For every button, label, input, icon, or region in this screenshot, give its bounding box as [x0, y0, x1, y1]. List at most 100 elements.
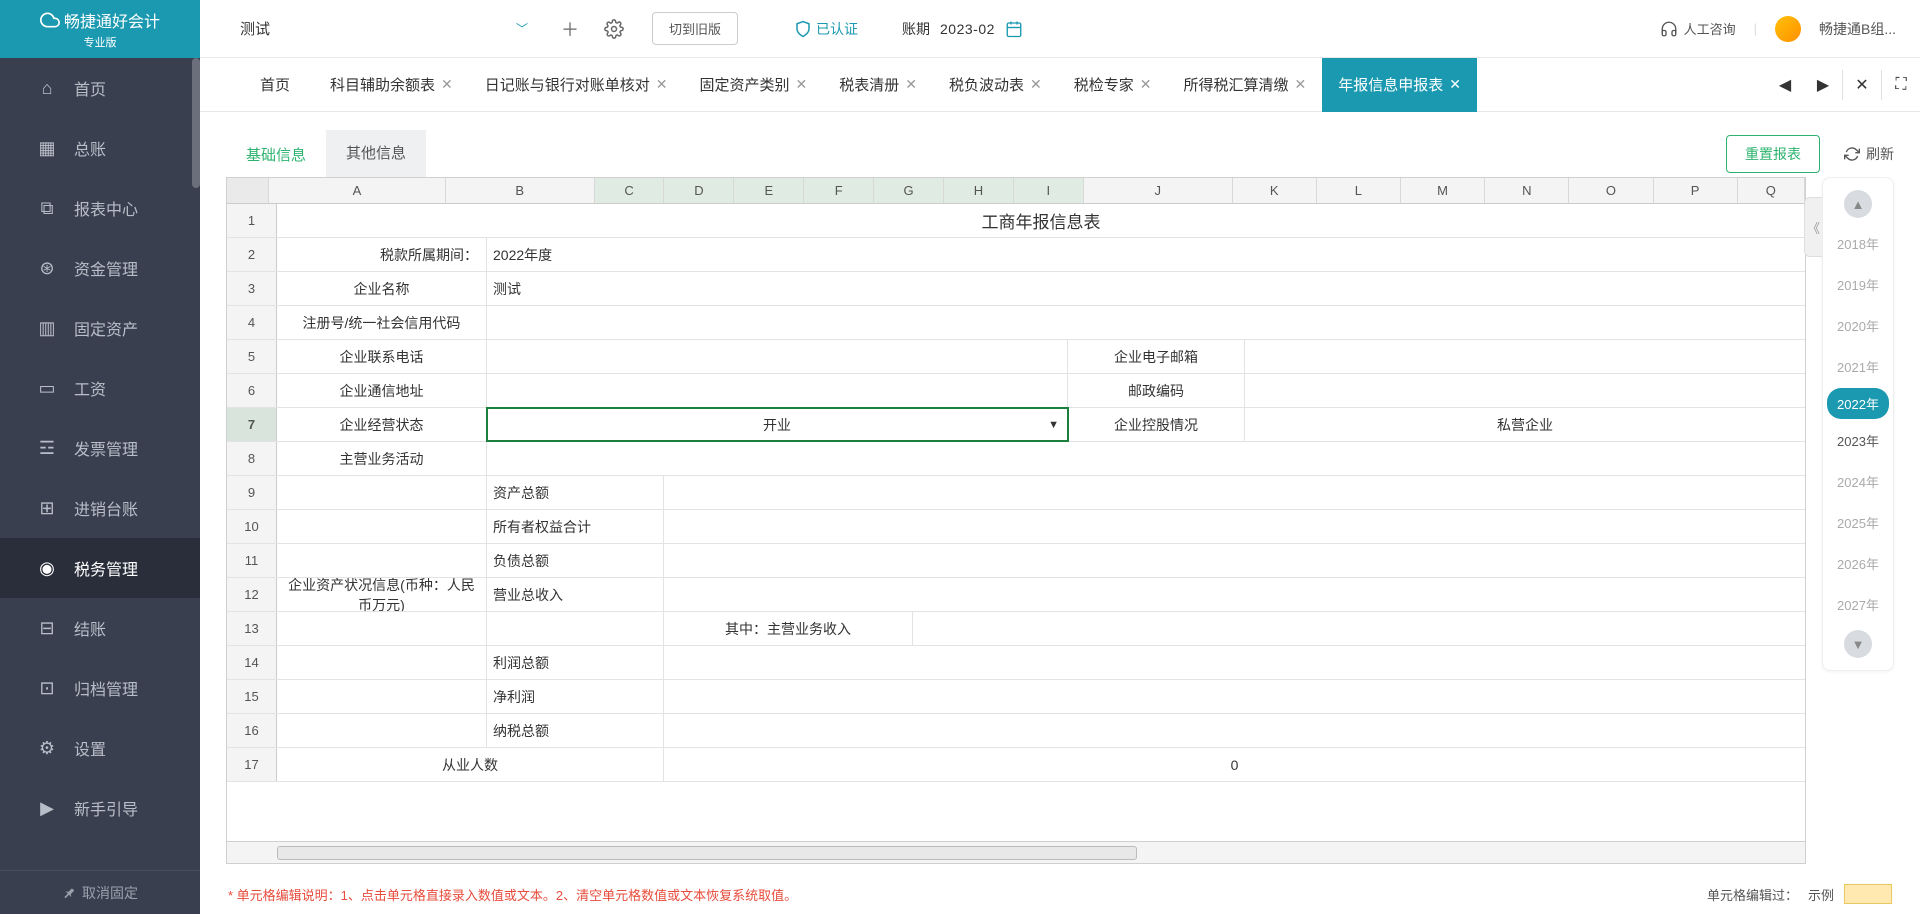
status-dropdown[interactable]: 开业▼: [487, 408, 1068, 441]
cell[interactable]: 企业经营状态: [277, 408, 487, 441]
row-12[interactable]: 12: [227, 578, 277, 611]
cell[interactable]: 企业资产状况信息(币种：人民币万元): [277, 578, 487, 611]
sidebar-item-home[interactable]: ⌂首页: [0, 58, 200, 118]
close-icon[interactable]: ✕: [1030, 76, 1042, 93]
cell[interactable]: 负债总额: [487, 544, 664, 577]
sidebar-item-settings[interactable]: ⚙设置: [0, 718, 200, 778]
cell[interactable]: 企业名称: [277, 272, 487, 305]
sidebar-item-invoice[interactable]: ☲发票管理: [0, 418, 200, 478]
sidebar-scrollbar[interactable]: [192, 58, 200, 188]
col-B[interactable]: B: [446, 178, 595, 203]
col-N[interactable]: N: [1485, 178, 1569, 203]
username[interactable]: 畅捷通B组...: [1819, 19, 1896, 39]
cell[interactable]: 净利润: [487, 680, 664, 713]
sidebar-item-closing[interactable]: ⊟结账: [0, 598, 200, 658]
sidebar-item-assets[interactable]: ▥固定资产: [0, 298, 200, 358]
sidebar-item-funds[interactable]: ⊛资金管理: [0, 238, 200, 298]
sidebar-item-ledger[interactable]: ▦总账: [0, 118, 200, 178]
year-option-active[interactable]: 2022年: [1827, 388, 1889, 419]
sidebar-item-archive[interactable]: ⊡归档管理: [0, 658, 200, 718]
row-10[interactable]: 10: [227, 510, 277, 543]
reset-report-button[interactable]: 重置报表: [1726, 135, 1820, 173]
year-option[interactable]: 2025年: [1831, 503, 1885, 542]
sidebar-item-tax[interactable]: ◉税务管理: [0, 538, 200, 598]
row-5[interactable]: 5: [227, 340, 277, 373]
cell[interactable]: [913, 612, 1805, 645]
tab-balance[interactable]: 科目辅助余额表✕: [314, 58, 469, 112]
tab-tax-list[interactable]: 税表清册✕: [823, 58, 933, 112]
tab-journal[interactable]: 日记账与银行对账单核对✕: [469, 58, 684, 112]
row-8[interactable]: 8: [227, 442, 277, 475]
row-7[interactable]: 7: [227, 408, 277, 441]
cell[interactable]: [487, 442, 1805, 475]
sidebar-item-inventory[interactable]: ⊞进销台账: [0, 478, 200, 538]
cell[interactable]: [664, 646, 1805, 679]
cell[interactable]: 主营业务活动: [277, 442, 487, 475]
year-up-button[interactable]: ▲: [1844, 190, 1872, 218]
close-icon[interactable]: ✕: [441, 76, 453, 93]
add-button[interactable]: ＋: [556, 15, 584, 43]
year-option[interactable]: 2027年: [1831, 585, 1885, 624]
row-1[interactable]: 1: [227, 204, 277, 237]
cell[interactable]: 0: [664, 748, 1805, 781]
year-option[interactable]: 2019年: [1831, 265, 1885, 304]
subtab-basic[interactable]: 基础信息: [226, 130, 326, 177]
cell[interactable]: 2022年度: [487, 238, 1805, 271]
sidebar-item-reports[interactable]: ⧉报表中心: [0, 178, 200, 238]
col-L[interactable]: L: [1317, 178, 1401, 203]
year-option[interactable]: 2023年: [1831, 421, 1885, 460]
cell[interactable]: [664, 544, 1805, 577]
cell[interactable]: 企业联系电话: [277, 340, 487, 373]
col-E[interactable]: E: [734, 178, 804, 203]
col-A[interactable]: A: [269, 178, 446, 203]
col-G[interactable]: G: [874, 178, 944, 203]
cell[interactable]: 邮政编码: [1068, 374, 1245, 407]
col-Q[interactable]: Q: [1738, 178, 1805, 203]
sheet-title[interactable]: 工商年报信息表: [277, 204, 1805, 237]
sidebar-item-salary[interactable]: ▭工资: [0, 358, 200, 418]
cell[interactable]: 企业控股情况: [1068, 408, 1245, 441]
col-O[interactable]: O: [1569, 178, 1653, 203]
cell[interactable]: [277, 476, 487, 509]
company-selector[interactable]: 测试 ﹀: [240, 18, 540, 39]
row-3[interactable]: 3: [227, 272, 277, 305]
cell[interactable]: 企业电子邮箱: [1068, 340, 1245, 373]
row-2[interactable]: 2: [227, 238, 277, 271]
cell[interactable]: [664, 714, 1805, 747]
cell[interactable]: 私营企业: [1245, 408, 1805, 441]
tab-tax-fluct[interactable]: 税负波动表✕: [933, 58, 1058, 112]
year-option[interactable]: 2024年: [1831, 462, 1885, 501]
tab-scroll-left[interactable]: ◀: [1766, 58, 1804, 112]
cell[interactable]: 其中：主营业务收入: [664, 612, 913, 645]
cell[interactable]: 注册号/统一社会信用代码: [277, 306, 487, 339]
col-J[interactable]: J: [1084, 178, 1233, 203]
cell[interactable]: [1245, 374, 1805, 407]
row-17[interactable]: 17: [227, 748, 277, 781]
cell[interactable]: [664, 510, 1805, 543]
col-M[interactable]: M: [1401, 178, 1485, 203]
year-down-button[interactable]: ▼: [1844, 630, 1872, 658]
year-option[interactable]: 2021年: [1831, 347, 1885, 386]
tab-close-all[interactable]: ✕: [1843, 58, 1881, 112]
cell[interactable]: [664, 476, 1805, 509]
refresh-button[interactable]: 刷新: [1844, 144, 1894, 164]
cell[interactable]: [487, 306, 1805, 339]
year-option[interactable]: 2026年: [1831, 544, 1885, 583]
cell[interactable]: [487, 374, 1068, 407]
row-11[interactable]: 11: [227, 544, 277, 577]
year-rail-collapse[interactable]: 《: [1804, 197, 1822, 257]
cell[interactable]: [664, 578, 1805, 611]
row-14[interactable]: 14: [227, 646, 277, 679]
tab-annual-report[interactable]: 年报信息申报表✕: [1322, 58, 1477, 112]
tab-income-tax[interactable]: 所得税汇算清缴✕: [1168, 58, 1323, 112]
unpin-sidebar-button[interactable]: 取消固定: [0, 870, 200, 914]
cell[interactable]: 测试: [487, 272, 1805, 305]
cell[interactable]: 税款所属期间：: [277, 238, 487, 271]
col-F[interactable]: F: [804, 178, 874, 203]
cell[interactable]: 资产总额: [487, 476, 664, 509]
cell[interactable]: 纳税总额: [487, 714, 664, 747]
close-icon[interactable]: ✕: [1140, 76, 1152, 93]
col-D[interactable]: D: [664, 178, 734, 203]
row-16[interactable]: 16: [227, 714, 277, 747]
col-P[interactable]: P: [1654, 178, 1738, 203]
